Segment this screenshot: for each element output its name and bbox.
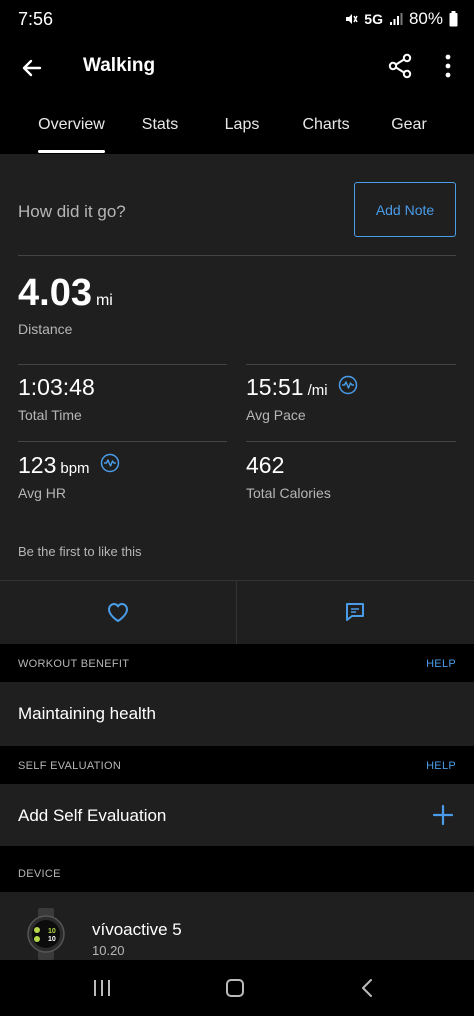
avg-pace-label: Avg Pace (246, 407, 306, 423)
tab-laps[interactable]: Laps (214, 116, 270, 134)
divider (18, 364, 227, 365)
workout-benefit-help-link[interactable]: HELP (426, 658, 456, 670)
section-label: SELF EVALUATION (18, 760, 122, 772)
page-title: Walking (83, 55, 156, 76)
calories-label: Total Calories (246, 485, 331, 501)
add-self-evaluation-row[interactable]: Add Self Evaluation (0, 784, 474, 846)
self-evaluation-header: SELF EVALUATION HELP (0, 746, 474, 784)
total-time-value: 1:03:48 (18, 374, 95, 400)
mute-icon (346, 14, 358, 24)
system-back-icon[interactable] (360, 979, 374, 997)
tab-charts[interactable]: Charts (296, 116, 356, 134)
heart-icon[interactable] (106, 601, 130, 623)
status-bar: 7:56 5G 80% (0, 0, 474, 40)
device-header: DEVICE (0, 854, 474, 892)
divider (246, 441, 456, 442)
device-row[interactable]: 10 10 vívoactive 5 10.20 (0, 892, 474, 960)
more-options-icon[interactable] (436, 52, 460, 80)
tab-bar: Overview Stats Laps Charts Gear (0, 96, 474, 154)
watch-image: 10 10 (27, 908, 65, 960)
section-label: DEVICE (18, 868, 61, 880)
heart-rate-chart-icon[interactable] (100, 453, 120, 473)
total-time-label: Total Time (18, 407, 82, 423)
status-time: 7:56 (18, 9, 54, 29)
tab-stats[interactable]: Stats (132, 116, 188, 134)
social-actions (0, 580, 474, 645)
share-icon[interactable] (386, 52, 414, 80)
divider (246, 364, 456, 365)
summary-card: How did it go? Add Note 4.03 mi Distance … (0, 154, 474, 580)
device-name: vívoactive 5 (92, 920, 182, 939)
workout-benefit-header: WORKOUT BENEFIT HELP (0, 644, 474, 682)
distance-label: Distance (18, 321, 73, 337)
plus-icon[interactable] (432, 804, 454, 826)
avg-pace-unit: /mi (307, 382, 328, 399)
divider (18, 441, 227, 442)
likes-text: Be the first to like this (18, 544, 142, 559)
metric-distance: 4.03 mi Distance (18, 272, 113, 337)
active-tab-indicator (38, 150, 105, 153)
back-arrow-icon[interactable] (18, 54, 46, 82)
tab-overview[interactable]: Overview (38, 116, 105, 134)
battery-icon (449, 11, 458, 27)
distance-unit: mi (95, 292, 113, 309)
metric-total-calories: 462 Total Calories (246, 452, 331, 501)
feel-prompt: How did it go? (18, 202, 126, 221)
tab-gear[interactable]: Gear (382, 116, 436, 134)
system-nav-bar (0, 960, 474, 1016)
distance-value: 4.03 (18, 272, 92, 314)
pace-chart-icon[interactable] (338, 375, 358, 395)
battery-level: 80% (408, 9, 443, 28)
watch-face-text: 10 (48, 928, 56, 935)
app-bar: Walking (0, 40, 474, 96)
divider (18, 255, 456, 256)
workout-benefit-row[interactable]: Maintaining health (0, 682, 474, 746)
self-evaluation-help-link[interactable]: HELP (426, 760, 456, 772)
avg-hr-unit: bpm (60, 460, 90, 477)
avg-pace-value: 15:51 (246, 374, 304, 400)
signal-icon (389, 13, 403, 25)
comment-icon[interactable] (344, 601, 366, 623)
metric-avg-hr: 123 bpm Avg HR (18, 452, 120, 501)
self-evaluation-label: Add Self Evaluation (18, 806, 167, 825)
status-icons: 5G 80% (344, 9, 458, 29)
metric-total-time: 1:03:48 Total Time (18, 374, 95, 423)
overview-content[interactable]: How did it go? Add Note 4.03 mi Distance … (0, 154, 474, 960)
recent-apps-icon[interactable] (92, 979, 112, 997)
avg-hr-label: Avg HR (18, 485, 66, 501)
home-button[interactable] (226, 979, 244, 997)
watch-face-text: 10 (48, 936, 56, 943)
divider (236, 581, 237, 645)
device-version: 10.20 (92, 943, 125, 958)
add-note-button[interactable]: Add Note (354, 182, 456, 237)
calories-value: 462 (246, 452, 285, 478)
section-label: WORKOUT BENEFIT (18, 658, 130, 670)
avg-hr-value: 123 (18, 452, 57, 478)
metric-avg-pace: 15:51/mi Avg Pace (246, 374, 358, 423)
network-type: 5G (364, 11, 383, 27)
workout-benefit-value: Maintaining health (18, 704, 156, 723)
